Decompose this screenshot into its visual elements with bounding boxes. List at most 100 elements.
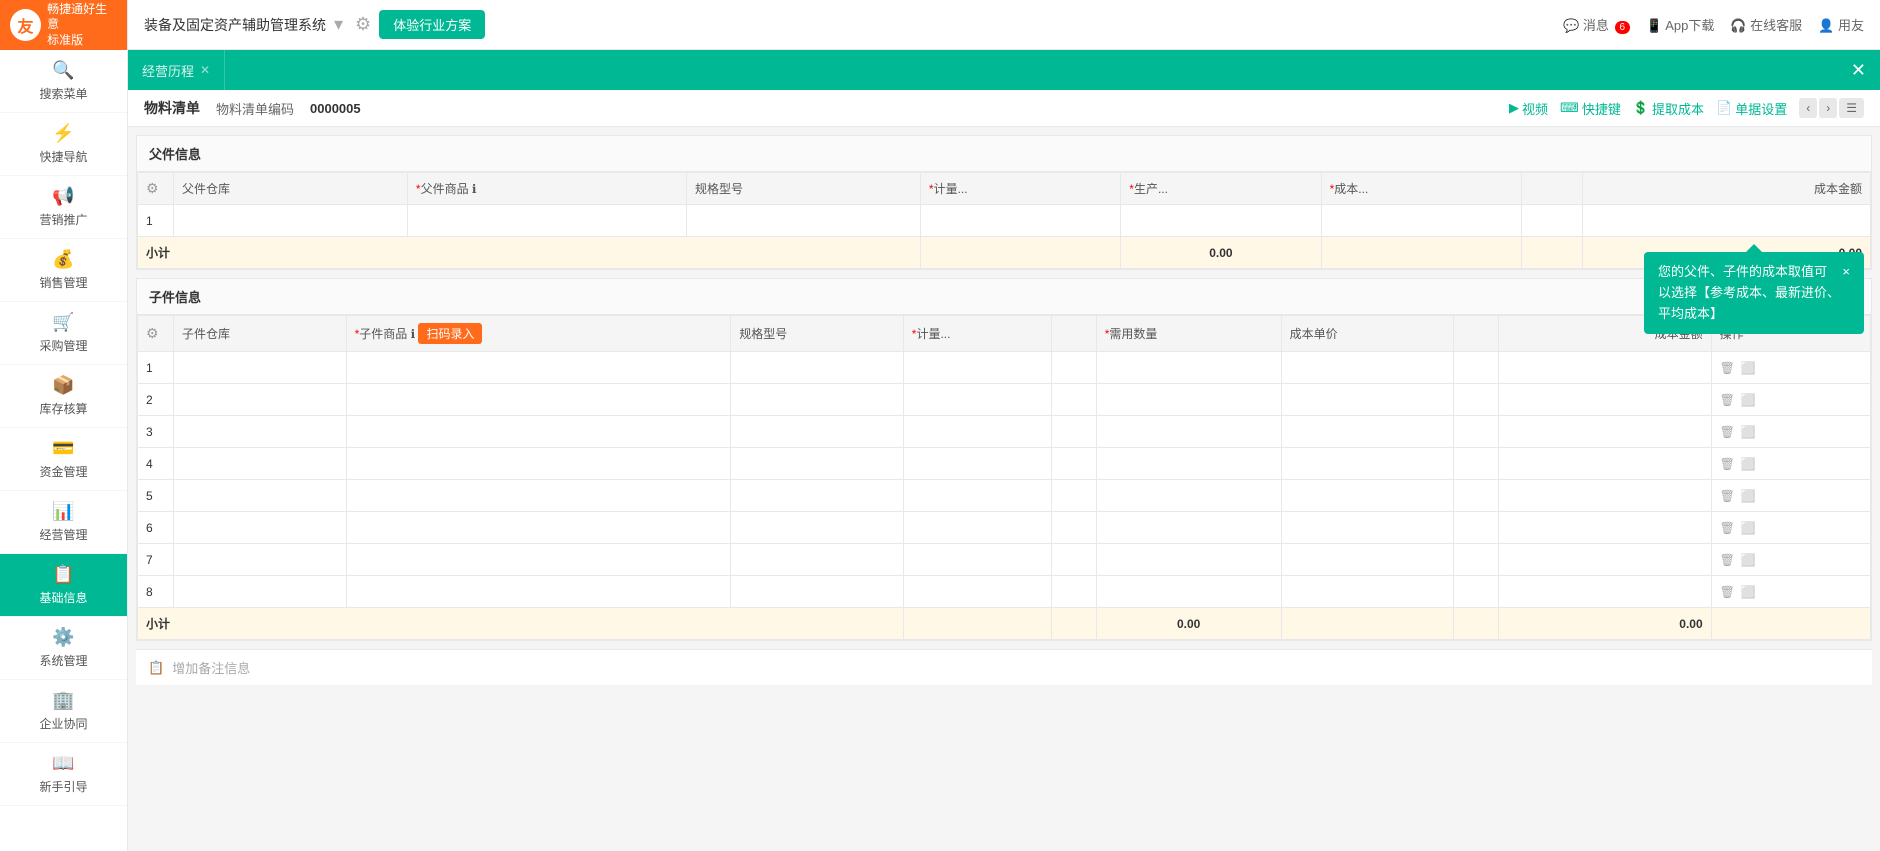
next-btn[interactable]: › (1819, 98, 1837, 118)
delete-icon[interactable]: 🗑 (1720, 425, 1735, 439)
sidebar-item-search[interactable]: 🔍搜索菜单 (0, 50, 127, 113)
settings-icon[interactable]: ⚙ (355, 14, 371, 35)
child-row-warehouse[interactable] (174, 480, 347, 512)
child-row-qty[interactable] (1096, 352, 1281, 384)
child-row-unit[interactable] (903, 576, 1051, 608)
delete-icon[interactable]: 🗑 (1720, 553, 1735, 567)
child-row-unit[interactable] (903, 544, 1051, 576)
menu-btn[interactable]: ☰ (1839, 98, 1864, 118)
tab-close-business_history[interactable]: ✕ (200, 63, 210, 77)
child-row-warehouse[interactable] (174, 384, 347, 416)
child-row-goods[interactable] (346, 512, 731, 544)
child-row-spec[interactable] (731, 544, 904, 576)
bottom-bar[interactable]: 📋 增加备注信息 (136, 649, 1872, 685)
child-row-unit[interactable] (903, 352, 1051, 384)
child-row-spec[interactable] (731, 512, 904, 544)
child-row-qty[interactable] (1096, 576, 1281, 608)
child-row-unit[interactable] (903, 384, 1051, 416)
child-row-unit-price[interactable] (1281, 512, 1454, 544)
sidebar-item-basic[interactable]: 📋基础信息 (0, 554, 127, 617)
online-service-btn[interactable]: 🎧 在线客服 (1730, 15, 1802, 34)
child-row-warehouse[interactable] (174, 512, 347, 544)
child-row-warehouse[interactable] (174, 576, 347, 608)
parent-row-cost[interactable] (1321, 205, 1521, 237)
sidebar-item-purchase[interactable]: 🛒采购管理 (0, 302, 127, 365)
delete-icon[interactable]: 🗑 (1720, 361, 1735, 375)
child-row-unit-price[interactable] (1281, 544, 1454, 576)
child-row-qty[interactable] (1096, 384, 1281, 416)
child-row-goods[interactable] (346, 352, 731, 384)
parent-row-warehouse[interactable] (174, 205, 408, 237)
settings-gear-icon[interactable]: ⚙ (146, 180, 159, 196)
tab-close-all[interactable]: ✕ (1845, 60, 1872, 81)
child-row-unit-price[interactable] (1281, 384, 1454, 416)
sidebar-item-system[interactable]: ⚙️系统管理 (0, 617, 127, 680)
sidebar-item-inventory[interactable]: 📦库存核算 (0, 365, 127, 428)
child-row-warehouse[interactable] (174, 352, 347, 384)
child-settings-gear-icon[interactable]: ⚙ (146, 325, 159, 341)
sidebar-item-sales[interactable]: 💰销售管理 (0, 239, 127, 302)
child-row-qty[interactable] (1096, 480, 1281, 512)
child-row-unit-price[interactable] (1281, 448, 1454, 480)
child-row-goods[interactable] (346, 384, 731, 416)
child-row-qty[interactable] (1096, 544, 1281, 576)
child-row-goods[interactable] (346, 544, 731, 576)
child-row-spec[interactable] (731, 416, 904, 448)
tab-business_history[interactable]: 经营历程✕ (128, 50, 225, 90)
single-settings-action[interactable]: 📄 单据设置 (1716, 99, 1787, 118)
parent-row-unit[interactable] (920, 205, 1120, 237)
system-dropdown-icon[interactable]: ▾ (334, 14, 343, 35)
copy-icon[interactable]: ⬜ (1741, 553, 1756, 567)
child-row-unit-price[interactable] (1281, 416, 1454, 448)
view-action[interactable]: ▶ 视频 (1509, 99, 1548, 118)
tooltip-close-btn[interactable]: × (1842, 262, 1850, 283)
parent-row-spec[interactable] (687, 205, 921, 237)
child-row-spec[interactable] (731, 448, 904, 480)
copy-icon[interactable]: ⬜ (1741, 393, 1756, 407)
message-btn[interactable]: 💬 消息 6 (1563, 15, 1630, 34)
child-row-qty[interactable] (1096, 512, 1281, 544)
copy-icon[interactable]: ⬜ (1741, 457, 1756, 471)
child-row-warehouse[interactable] (174, 448, 347, 480)
child-row-spec[interactable] (731, 352, 904, 384)
copy-icon[interactable]: ⬜ (1741, 425, 1756, 439)
copy-icon[interactable]: ⬜ (1741, 489, 1756, 503)
child-row-unit[interactable] (903, 416, 1051, 448)
delete-icon[interactable]: 🗑 (1720, 393, 1735, 407)
delete-icon[interactable]: 🗑 (1720, 457, 1735, 471)
user-menu[interactable]: 👤 用友 (1818, 15, 1864, 34)
copy-icon[interactable]: ⬜ (1741, 521, 1756, 535)
child-row-spec[interactable] (731, 480, 904, 512)
child-row-unit-price[interactable] (1281, 480, 1454, 512)
child-row-unit[interactable] (903, 512, 1051, 544)
parent-row-goods[interactable] (407, 205, 686, 237)
copy-icon[interactable]: ⬜ (1741, 361, 1756, 375)
child-row-goods[interactable] (346, 576, 731, 608)
delete-icon[interactable]: 🗑 (1720, 521, 1735, 535)
extract-cost-action[interactable]: 💲 提取成本 (1633, 99, 1704, 118)
child-row-warehouse[interactable] (174, 544, 347, 576)
child-row-goods[interactable] (346, 480, 731, 512)
child-row-spec[interactable] (731, 384, 904, 416)
child-row-goods[interactable] (346, 448, 731, 480)
shortcut-action[interactable]: ⌨ 快捷键 (1560, 99, 1621, 118)
copy-icon[interactable]: ⬜ (1741, 585, 1756, 599)
parent-row-production[interactable] (1121, 205, 1321, 237)
sidebar-item-quicknav[interactable]: ⚡快捷导航 (0, 113, 127, 176)
delete-icon[interactable]: 🗑 (1720, 489, 1735, 503)
child-row-goods[interactable] (346, 416, 731, 448)
experience-btn[interactable]: 体验行业方案 (379, 10, 485, 39)
delete-icon[interactable]: 🗑 (1720, 585, 1735, 599)
child-row-unit-price[interactable] (1281, 576, 1454, 608)
scan-btn[interactable]: 扫码录入 (418, 323, 482, 344)
sidebar-item-operations[interactable]: 📊经营管理 (0, 491, 127, 554)
sidebar-item-enterprise[interactable]: 🏢企业协同 (0, 680, 127, 743)
child-row-unit-price[interactable] (1281, 352, 1454, 384)
sidebar-item-guide[interactable]: 📖新手引导 (0, 743, 127, 806)
app-download-btn[interactable]: 📱 App下载 (1646, 15, 1714, 34)
child-row-unit[interactable] (903, 448, 1051, 480)
prev-btn[interactable]: ‹ (1799, 98, 1817, 118)
child-row-qty[interactable] (1096, 448, 1281, 480)
child-row-qty[interactable] (1096, 416, 1281, 448)
child-row-spec[interactable] (731, 576, 904, 608)
